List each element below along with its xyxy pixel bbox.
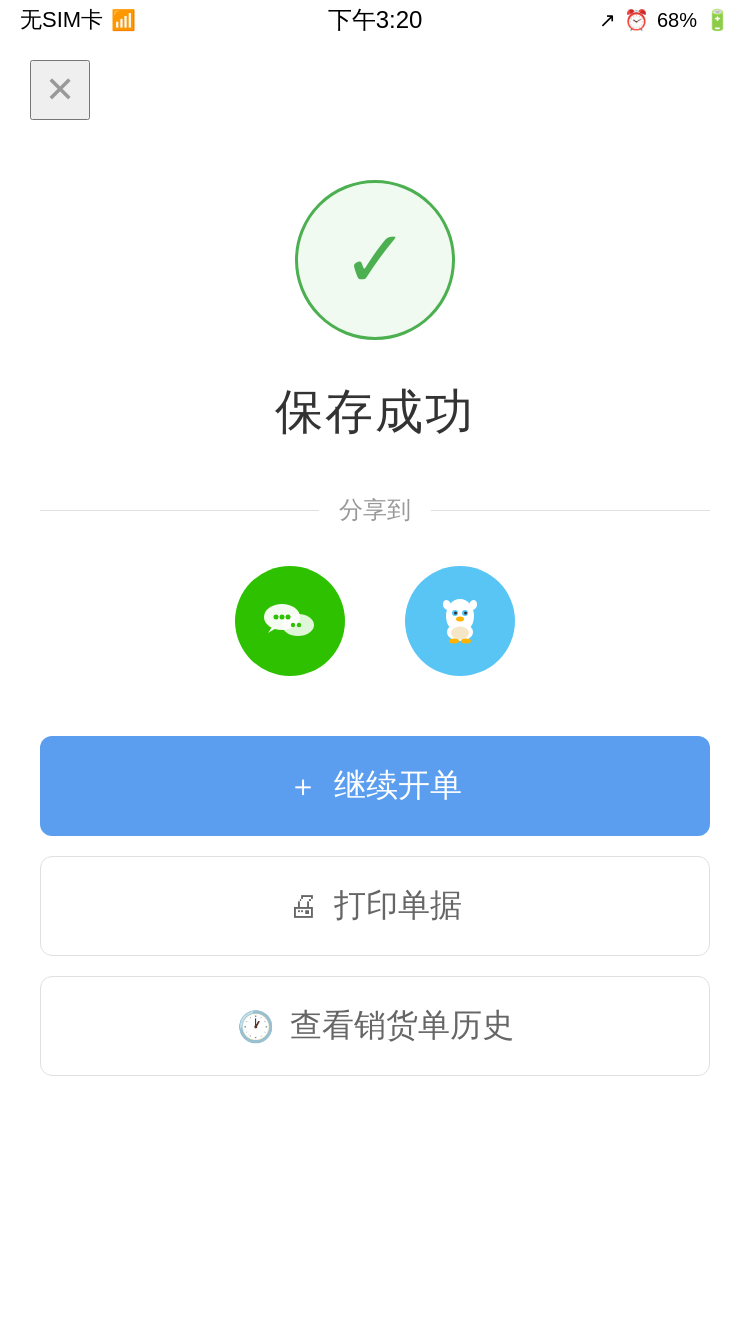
qq-icon: [429, 590, 491, 652]
continue-order-label: 继续开单: [334, 764, 462, 808]
carrier-text: 无SIM卡: [20, 5, 103, 35]
history-button[interactable]: 🕐 查看销货单历史: [40, 976, 710, 1076]
battery-text: 68%: [657, 9, 697, 32]
svg-point-5: [290, 622, 294, 626]
divider-right: [431, 510, 710, 511]
history-label: 查看销货单历史: [290, 1004, 514, 1048]
close-x-icon: ✕: [45, 72, 75, 108]
svg-point-16: [449, 639, 459, 644]
wechat-share-button[interactable]: [235, 566, 345, 676]
print-button[interactable]: 🖨 打印单据: [40, 856, 710, 956]
status-bar: 无SIM卡 📶 下午3:20 ↗ ⏰ 68% 🔋: [0, 0, 750, 40]
status-right: ↗ ⏰ 68% 🔋: [599, 8, 730, 32]
svg-point-15: [451, 627, 469, 640]
printer-icon: 🖨: [288, 889, 318, 923]
share-buttons: [235, 566, 515, 676]
success-circle: ✓: [295, 180, 455, 340]
alarm-icon: ⏰: [624, 8, 649, 32]
svg-point-3: [279, 614, 284, 619]
plus-icon: ＋: [288, 766, 318, 807]
svg-point-13: [456, 617, 464, 622]
svg-point-17: [461, 639, 471, 644]
print-label: 打印单据: [334, 884, 462, 928]
status-time: 下午3:20: [328, 4, 423, 36]
svg-point-6: [296, 622, 300, 626]
wechat-icon: [258, 589, 323, 654]
divider-left: [40, 510, 319, 511]
svg-point-2: [273, 614, 278, 619]
battery-icon: 🔋: [705, 8, 730, 32]
svg-point-12: [464, 612, 467, 615]
action-buttons: ＋ 继续开单 🖨 打印单据 🕐 查看销货单历史: [40, 736, 710, 1076]
success-title: 保存成功: [275, 380, 475, 444]
share-divider: 分享到: [40, 494, 710, 526]
qq-share-button[interactable]: [405, 566, 515, 676]
history-icon: 🕐: [237, 1009, 274, 1044]
close-button[interactable]: ✕: [30, 60, 90, 120]
svg-point-11: [454, 612, 457, 615]
share-label: 分享到: [339, 494, 411, 526]
location-icon: ↗: [599, 8, 616, 32]
svg-point-4: [285, 614, 290, 619]
continue-order-button[interactable]: ＋ 继续开单: [40, 736, 710, 836]
wifi-icon: 📶: [111, 8, 136, 32]
checkmark-icon: ✓: [342, 220, 409, 300]
status-left: 无SIM卡 📶: [20, 5, 136, 35]
main-content: ✕ ✓ 保存成功 分享到: [0, 40, 750, 1334]
